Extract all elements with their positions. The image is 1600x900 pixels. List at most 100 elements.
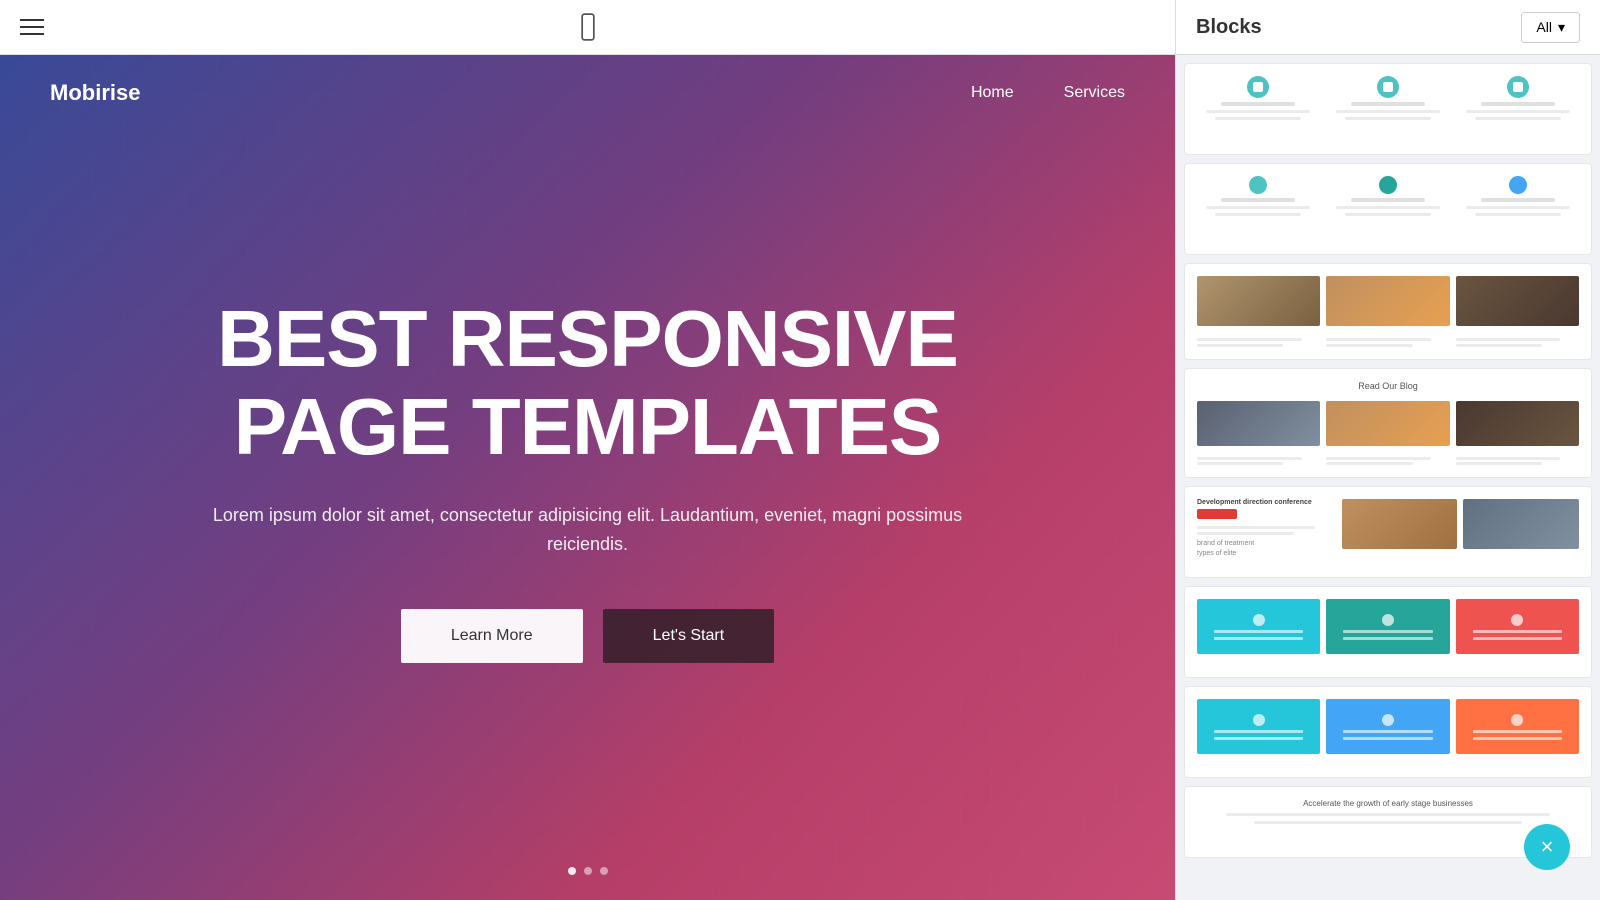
b-news-text: Development direction conference brand o… [1197, 499, 1336, 557]
img-text-col [1456, 338, 1579, 347]
b-circle-2 [1379, 176, 1397, 194]
b-img-thumb-2 [1326, 276, 1449, 326]
blog-text-row [1197, 457, 1579, 465]
b-cb-dot [1253, 614, 1265, 626]
hero-content: BEST RESPONSIVE PAGE TEMPLATES Lorem ips… [0, 131, 1175, 867]
b-line [1197, 526, 1315, 529]
b-cb-line [1343, 737, 1432, 740]
block-news-row: Development direction conference brand o… [1197, 499, 1579, 557]
dot-3[interactable] [600, 867, 608, 875]
b-cb-line [1214, 630, 1303, 633]
b-news-title: Development direction conference [1197, 499, 1336, 506]
b-cb-line [1214, 737, 1303, 740]
img-text-col [1326, 338, 1449, 347]
hamburger-icon[interactable] [20, 19, 44, 35]
b-cb-dot [1382, 614, 1394, 626]
b-news-img-1 [1342, 499, 1458, 549]
b-cb-dot [1511, 614, 1523, 626]
block-img-row [1197, 276, 1579, 326]
block-card-2[interactable] [1184, 163, 1592, 255]
block-color-blocks-row-2 [1197, 699, 1579, 754]
b-cb-line [1473, 730, 1562, 733]
b-line [1326, 462, 1412, 465]
block-color-blocks-row-1 [1197, 599, 1579, 654]
blocks-panel: Blocks All ▾ [1175, 0, 1600, 900]
b-cb-line [1343, 630, 1432, 633]
nav-home[interactable]: Home [971, 84, 1014, 102]
nav-services[interactable]: Services [1064, 84, 1125, 102]
b-img-thumb-3 [1456, 276, 1579, 326]
block-icon-col-2 [1327, 76, 1449, 120]
b-icon-1 [1247, 76, 1269, 98]
img-text-row [1197, 338, 1579, 347]
b-img-thumb-1 [1197, 276, 1320, 326]
b-cb-line [1473, 637, 1562, 640]
b-cb-line [1214, 730, 1303, 733]
b-line [1206, 110, 1310, 113]
b-circle-3 [1509, 176, 1527, 194]
b-blog-thumb-2 [1326, 401, 1449, 446]
blocks-list: Read Our Blog [1176, 55, 1600, 900]
block-mockup-3 [1185, 264, 1591, 359]
learn-more-button[interactable]: Learn More [401, 609, 583, 663]
close-button[interactable]: × [1524, 824, 1570, 870]
block-blog-row [1197, 401, 1579, 446]
lets-start-button[interactable]: Let's Start [603, 609, 775, 663]
blog-text-col [1456, 457, 1579, 465]
block-card-6[interactable] [1184, 586, 1592, 678]
b-blog-thumb-3 [1456, 401, 1579, 446]
block-card-1[interactable] [1184, 63, 1592, 155]
b-line [1466, 206, 1570, 209]
hero-section: Mobirise Home Services BEST RESPONSIVE P… [0, 55, 1175, 900]
b-cb-line [1343, 730, 1432, 733]
phone-preview-button[interactable] [574, 13, 602, 41]
top-toolbar [0, 0, 1175, 55]
blog-header: Read Our Blog [1197, 381, 1579, 391]
b-colored-col-2 [1327, 176, 1449, 216]
b-color-block-red [1456, 599, 1579, 654]
block-icon-col-3 [1457, 76, 1579, 120]
b-line [1351, 198, 1424, 202]
brand-logo: Mobirise [50, 80, 140, 106]
b-line [1336, 110, 1440, 113]
block-mockup-7 [1185, 687, 1591, 777]
block-card-7[interactable] [1184, 686, 1592, 778]
b-line [1215, 117, 1300, 120]
img-text-col [1197, 338, 1320, 347]
blocks-filter-dropdown[interactable]: All ▾ [1521, 12, 1580, 43]
b-color-block-teal-2 [1197, 699, 1320, 754]
block-card-3[interactable] [1184, 263, 1592, 360]
b-line [1456, 344, 1542, 347]
b-line [1197, 462, 1283, 465]
b-cb-line [1343, 637, 1432, 640]
b-icon-2 [1377, 76, 1399, 98]
block-mockup-5: Development direction conference brand o… [1185, 487, 1591, 577]
hero-title: BEST RESPONSIVE PAGE TEMPLATES [217, 295, 958, 471]
b-line [1351, 102, 1424, 106]
blog-text-col [1326, 457, 1449, 465]
dot-2[interactable] [584, 867, 592, 875]
hero-buttons: Learn More Let's Start [401, 609, 774, 663]
dot-1[interactable] [568, 867, 576, 875]
b-line [1456, 338, 1561, 341]
b-cb-line [1214, 637, 1303, 640]
b-color-block-teal [1326, 599, 1449, 654]
hero-subtitle: Lorem ipsum dolor sit amet, consectetur … [178, 501, 998, 559]
b-cb-dot [1511, 714, 1523, 726]
block-card-5[interactable]: Development direction conference brand o… [1184, 486, 1592, 578]
b-sub-text-2: types of elite [1197, 550, 1336, 557]
b-line [1456, 457, 1561, 460]
block-card-4[interactable]: Read Our Blog [1184, 368, 1592, 478]
b-blog-thumb-1 [1197, 401, 1320, 446]
block-mockup-6 [1185, 587, 1591, 677]
b-line [1336, 206, 1440, 209]
block-icon-col-1 [1197, 76, 1319, 120]
b-colored-col-3 [1457, 176, 1579, 216]
b-line [1197, 532, 1294, 535]
b-color-block-cyan [1197, 599, 1320, 654]
b-line [1481, 198, 1554, 202]
b-line [1326, 344, 1412, 347]
blog-text-col [1197, 457, 1320, 465]
b-icon-3 [1507, 76, 1529, 98]
hero-navigation: Mobirise Home Services [0, 55, 1175, 131]
